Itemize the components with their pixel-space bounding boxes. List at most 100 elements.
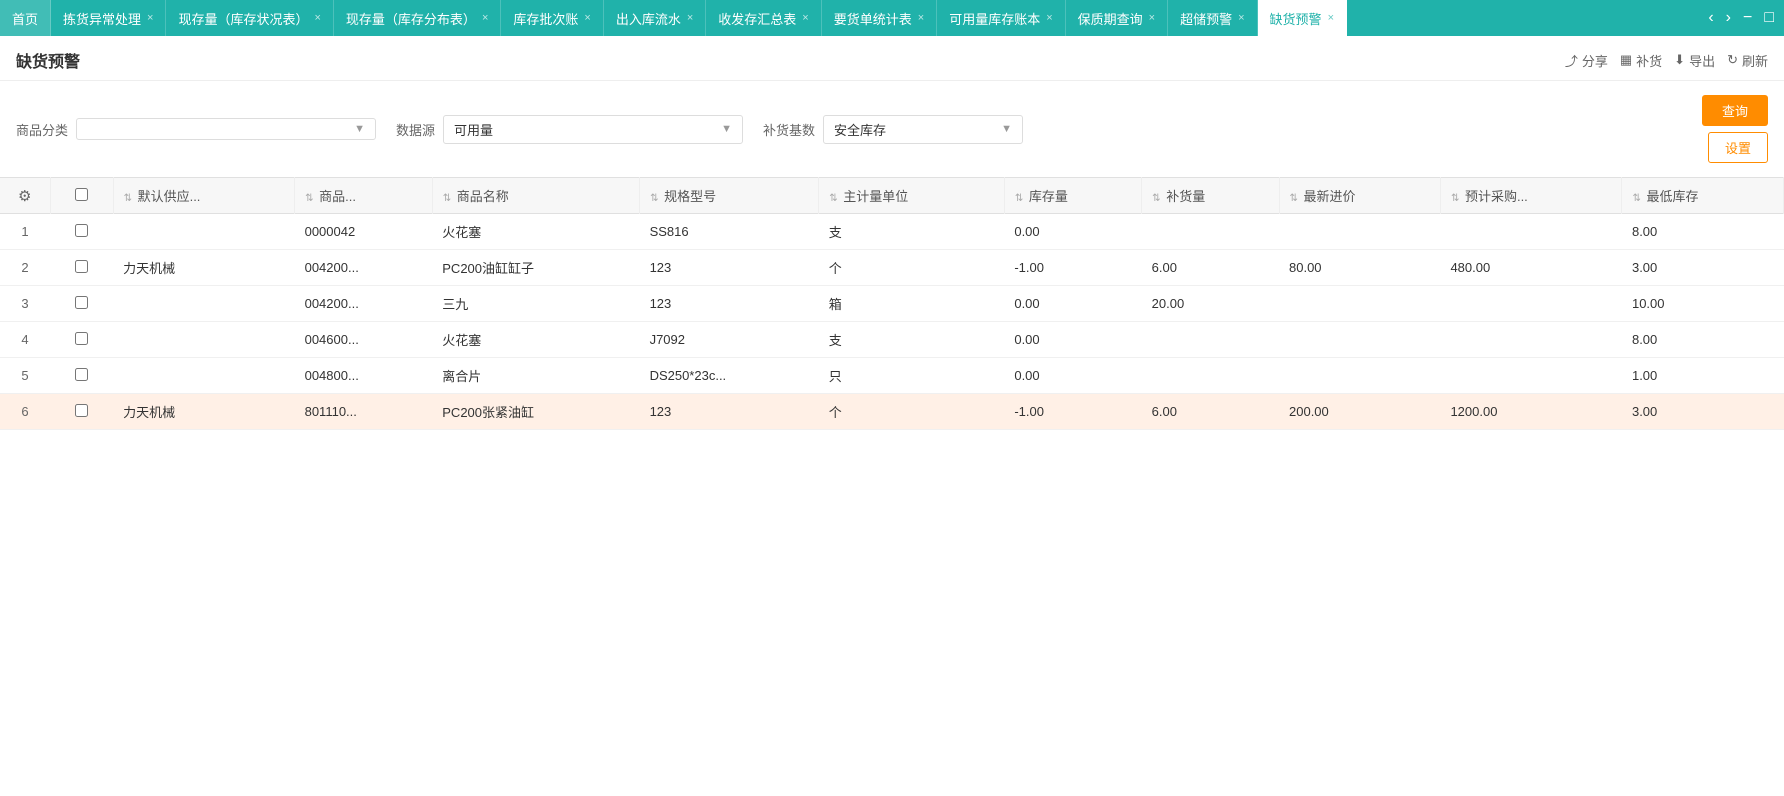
sort-icon-stock: ⇅: [1015, 193, 1023, 204]
row-supplier-6: 力天机械: [113, 394, 295, 430]
tab-overstock-warn[interactable]: 超储预警 ×: [1168, 0, 1257, 36]
settings-button[interactable]: 设置: [1708, 132, 1768, 163]
share-button[interactable]: ⤴ 分享: [1565, 51, 1608, 70]
th-checkbox: [50, 178, 113, 214]
tab-batch-account[interactable]: 库存批次账 ×: [501, 0, 603, 36]
settings-gear-icon[interactable]: ⚙: [18, 188, 31, 205]
row-latest-price-3: [1279, 286, 1440, 322]
row-replenish-qty-6: 6.00: [1142, 394, 1279, 430]
table-row: 6 力天机械 801110... PC200张紧油缸 123 个 -1.00 6…: [0, 394, 1784, 430]
share-icon: ⤴: [1565, 51, 1578, 70]
th-latest-price[interactable]: ⇅ 最新进价: [1279, 178, 1440, 214]
row-replenish-qty-1: [1142, 214, 1279, 250]
th-settings[interactable]: ⚙: [0, 178, 50, 214]
table-row: 4 004600... 火花塞 J7092 支 0.00 8.00: [0, 322, 1784, 358]
row-stock-qty-4: 0.00: [1004, 322, 1141, 358]
th-unit[interactable]: ⇅ 主计量单位: [819, 178, 1005, 214]
sort-icon-est-purchase: ⇅: [1451, 193, 1459, 204]
row-checkbox-1[interactable]: [50, 214, 113, 250]
row-code-5: 004800...: [295, 358, 433, 394]
close-tab-order-stats[interactable]: ×: [918, 12, 924, 24]
row-num-1: 1: [0, 214, 50, 250]
row-spec-3: 123: [640, 286, 819, 322]
sort-icon-name: ⇅: [443, 193, 451, 204]
category-select[interactable]: ▼: [76, 118, 376, 140]
th-default-supplier[interactable]: ⇅ 默认供应...: [113, 178, 295, 214]
replenish-button[interactable]: ▦ 补货: [1620, 51, 1662, 70]
filter-actions: 查询 设置: [1702, 95, 1768, 163]
row-est-purchase-3: [1440, 286, 1622, 322]
close-tab-expiry-query[interactable]: ×: [1149, 12, 1155, 24]
th-est-purchase[interactable]: ⇅ 预计采购...: [1440, 178, 1622, 214]
row-checkbox-6[interactable]: [50, 394, 113, 430]
row-stock-qty-3: 0.00: [1004, 286, 1141, 322]
th-min-stock[interactable]: ⇅ 最低库存: [1622, 178, 1784, 214]
th-replenish-qty[interactable]: ⇅ 补货量: [1142, 178, 1279, 214]
tab-expiry-query[interactable]: 保质期查询 ×: [1066, 0, 1168, 36]
sort-icon-min-stock: ⇅: [1632, 193, 1640, 204]
tab-inventory-status[interactable]: 现存量（库存状况表） ×: [166, 0, 333, 36]
row-replenish-qty-3: 20.00: [1142, 286, 1279, 322]
header-actions: ⤴ 分享 ▦ 补货 ⬇ 导出 ↻ 刷新: [1565, 51, 1768, 70]
select-all-checkbox[interactable]: [75, 188, 88, 201]
th-product-name[interactable]: ⇅ 商品名称: [432, 178, 639, 214]
tab-order-stats[interactable]: 要货单统计表 ×: [822, 0, 937, 36]
th-product-code[interactable]: ⇅ 商品...: [295, 178, 433, 214]
row-checkbox-5[interactable]: [50, 358, 113, 394]
refresh-button[interactable]: ↻ 刷新: [1727, 51, 1768, 70]
refresh-icon: ↻: [1727, 52, 1738, 68]
replenish-base-label: 补货基数: [763, 120, 815, 139]
sort-icon-supplier: ⇅: [124, 193, 132, 204]
row-supplier-1: [113, 214, 295, 250]
row-num-3: 3: [0, 286, 50, 322]
tab-available-ledger[interactable]: 可用量库存账本 ×: [937, 0, 1065, 36]
row-spec-5: DS250*23c...: [640, 358, 819, 394]
row-unit-3: 箱: [819, 286, 1005, 322]
tab-minimize-button[interactable]: −: [1737, 8, 1758, 28]
row-checkbox-3[interactable]: [50, 286, 113, 322]
row-name-2: PC200油缸缸子: [432, 250, 639, 286]
table-row: 2 力天机械 004200... PC200油缸缸子 123 个 -1.00 6…: [0, 250, 1784, 286]
replenish-base-dropdown-icon: ▼: [1001, 123, 1012, 135]
row-checkbox-2[interactable]: [50, 250, 113, 286]
row-stock-qty-5: 0.00: [1004, 358, 1141, 394]
row-name-1: 火花塞: [432, 214, 639, 250]
sort-icon-code: ⇅: [305, 193, 313, 204]
table-container: ⚙ ⇅ 默认供应... ⇅ 商品... ⇅ 商品名称: [0, 177, 1784, 430]
tab-next-button[interactable]: ›: [1720, 8, 1737, 28]
close-tab-receive-summary[interactable]: ×: [802, 12, 808, 24]
tab-receive-summary[interactable]: 收发存汇总表 ×: [706, 0, 821, 36]
row-supplier-5: [113, 358, 295, 394]
tab-shortage-warn[interactable]: 缺货预警 ×: [1258, 0, 1347, 36]
page-header: 缺货预警 ⤴ 分享 ▦ 补货 ⬇ 导出 ↻ 刷新: [0, 36, 1784, 81]
query-button[interactable]: 查询: [1702, 95, 1768, 126]
th-spec[interactable]: ⇅ 规格型号: [640, 178, 819, 214]
close-tab-abnormal[interactable]: ×: [147, 12, 153, 24]
datasource-select[interactable]: 可用量 ▼: [443, 115, 743, 144]
tab-home[interactable]: 首页: [0, 0, 51, 36]
close-tab-available-ledger[interactable]: ×: [1046, 12, 1052, 24]
close-tab-shortage-warn[interactable]: ×: [1328, 12, 1334, 24]
row-spec-2: 123: [640, 250, 819, 286]
close-tab-inventory-dist[interactable]: ×: [482, 12, 488, 24]
row-checkbox-4[interactable]: [50, 322, 113, 358]
th-stock-qty[interactable]: ⇅ 库存量: [1004, 178, 1141, 214]
row-num-2: 2: [0, 250, 50, 286]
export-button[interactable]: ⬇ 导出: [1674, 51, 1715, 70]
row-spec-6: 123: [640, 394, 819, 430]
close-tab-inventory-status[interactable]: ×: [314, 12, 320, 24]
tab-inventory-dist[interactable]: 现存量（库存分布表） ×: [334, 0, 501, 36]
close-tab-batch-account[interactable]: ×: [584, 12, 590, 24]
sort-icon-price: ⇅: [1290, 193, 1298, 204]
replenish-base-select[interactable]: 安全库存 ▼: [823, 115, 1023, 144]
row-supplier-3: [113, 286, 295, 322]
row-replenish-qty-5: [1142, 358, 1279, 394]
tab-prev-button[interactable]: ‹: [1702, 8, 1719, 28]
tab-abnormal[interactable]: 拣货异常处理 ×: [51, 0, 166, 36]
close-tab-inout-flow[interactable]: ×: [687, 12, 693, 24]
close-tab-overstock-warn[interactable]: ×: [1238, 12, 1244, 24]
tab-inout-flow[interactable]: 出入库流水 ×: [604, 0, 706, 36]
tab-maximize-button[interactable]: □: [1758, 8, 1780, 28]
category-dropdown-icon: ▼: [354, 123, 365, 135]
row-name-6: PC200张紧油缸: [432, 394, 639, 430]
